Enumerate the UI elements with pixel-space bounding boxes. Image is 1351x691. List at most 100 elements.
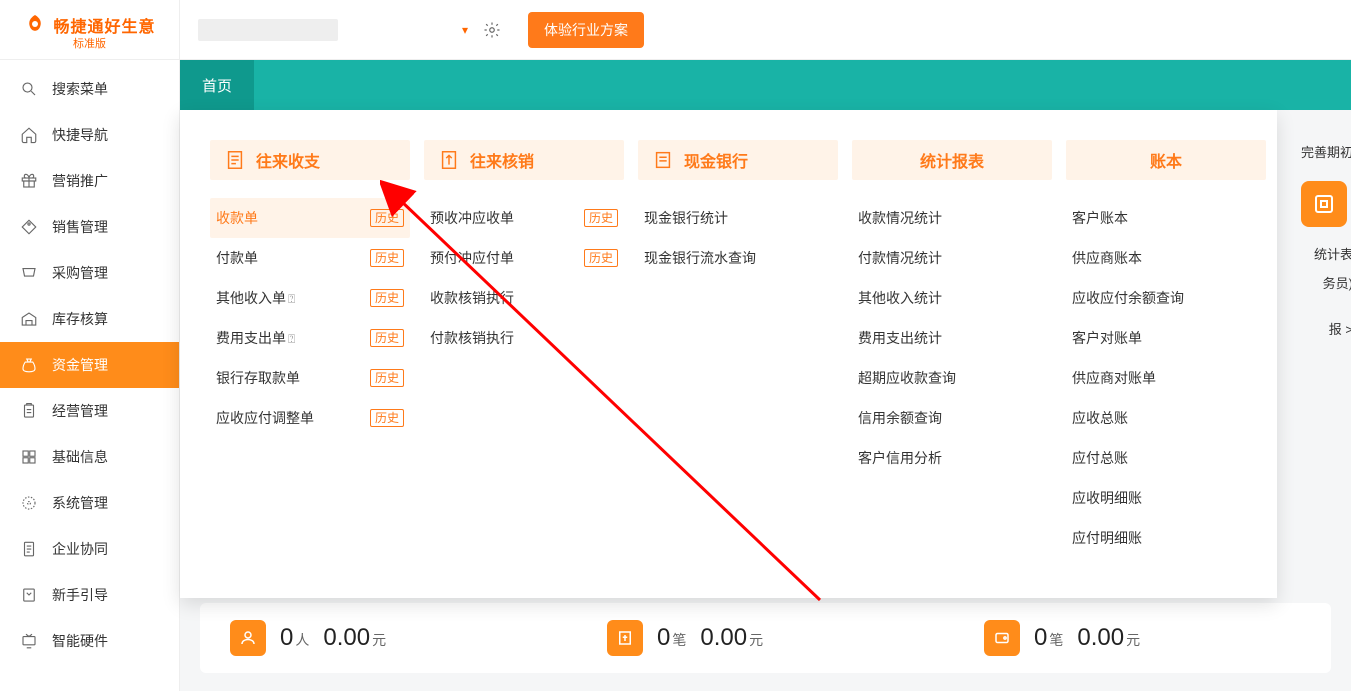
sidebar-item-label: 基础信息 <box>52 447 108 467</box>
menu-item-ap-detail[interactable]: 应付明细账 <box>1066 518 1266 558</box>
sidebar-item-purchase[interactable]: 采购管理 <box>0 250 179 296</box>
menu-item-label: 超期应收款查询 <box>858 368 956 388</box>
mega-col-header: 统计报表 <box>852 140 1052 180</box>
menu-item-label: 银行存取款单 <box>216 368 300 388</box>
sidebar-item-label: 企业协同 <box>52 539 108 559</box>
menu-item-label: 其他收入单 <box>216 290 286 306</box>
people-icon <box>230 620 266 656</box>
menu-item-bank-deposit[interactable]: 银行存取款单 历史 <box>210 358 410 398</box>
menu-item-other-income-stats[interactable]: 其他收入统计 <box>852 278 1052 318</box>
menu-item-receipt-writeoff-exec[interactable]: 收款核销执行 <box>424 278 624 318</box>
right-rail-text-1[interactable]: 完善期初 <box>1299 136 1351 167</box>
menu-item-label: 收款核销执行 <box>430 288 514 308</box>
menu-item-ar-ap-adjust[interactable]: 应收应付调整单 历史 <box>210 398 410 438</box>
brand-logo-icon <box>23 13 47 37</box>
menu-item-receipt-stats[interactable]: 收款情况统计 <box>852 198 1052 238</box>
menu-item-payment-writeoff-exec[interactable]: 付款核销执行 <box>424 318 624 358</box>
menu-item-label: 费用支出单 <box>216 330 286 346</box>
menu-item-credit-balance[interactable]: 信用余额查询 <box>852 398 1052 438</box>
menu-item-customer-credit[interactable]: 客户信用分析 <box>852 438 1052 478</box>
menu-item-label: 预收冲应收单 <box>430 208 514 228</box>
history-badge[interactable]: 历史 <box>370 289 404 307</box>
menu-item-expense[interactable]: 费用支出单⍰ 历史 <box>210 318 410 358</box>
menu-item-overdue-ar[interactable]: 超期应收款查询 <box>852 358 1052 398</box>
history-badge[interactable]: 历史 <box>370 249 404 267</box>
stat-amount-unit: 元 <box>372 632 386 648</box>
menu-item-other-income[interactable]: 其他收入单⍰ 历史 <box>210 278 410 318</box>
menu-item-label: 供应商账本 <box>1072 248 1142 268</box>
sidebar-item-marketing[interactable]: 营销推广 <box>0 158 179 204</box>
help-icon[interactable]: ⍰ <box>288 292 295 306</box>
menu-item-cashbank-flow[interactable]: 现金银行流水查询 <box>638 238 838 278</box>
history-badge[interactable]: 历史 <box>370 209 404 227</box>
menu-item-label: 费用支出统计 <box>858 328 942 348</box>
org-selector[interactable]: ▾ <box>198 19 468 41</box>
stat-card-1: 0人 0.00元 <box>230 620 547 656</box>
sidebar-item-label: 营销推广 <box>52 171 108 191</box>
menu-item-supplier-statement[interactable]: 供应商对账单 <box>1066 358 1266 398</box>
sidebar-item-inventory[interactable]: 库存核算 <box>0 296 179 342</box>
tab-home[interactable]: 首页 <box>180 60 254 110</box>
mega-col-title: 账本 <box>1150 148 1182 172</box>
org-name-redacted <box>198 19 338 41</box>
menu-item-supplier-ledger[interactable]: 供应商账本 <box>1066 238 1266 278</box>
menu-item-prereceipt-offset[interactable]: 预收冲应收单 历史 <box>424 198 624 238</box>
right-rail-shortcut-icon[interactable] <box>1301 181 1347 227</box>
sidebar-item-label: 经营管理 <box>52 401 108 421</box>
history-badge[interactable]: 历史 <box>370 409 404 427</box>
help-icon[interactable]: ⍰ <box>288 332 295 346</box>
stat-count: 0 <box>657 624 670 651</box>
history-badge[interactable]: 历史 <box>370 369 404 387</box>
document-icon <box>20 540 38 558</box>
sidebar-item-finance[interactable]: 资金管理 <box>0 342 179 388</box>
menu-item-ar-detail[interactable]: 应收明细账 <box>1066 478 1266 518</box>
menu-item-label: 应收总账 <box>1072 408 1128 428</box>
menu-item-ap-general[interactable]: 应付总账 <box>1066 438 1266 478</box>
mega-col-title: 往来核销 <box>470 148 534 172</box>
menu-item-customer-ledger[interactable]: 客户账本 <box>1066 198 1266 238</box>
stat-card-3: 0笔 0.00元 <box>984 620 1301 656</box>
right-rail-text-3[interactable]: 报 > <box>1327 313 1351 344</box>
bill-icon <box>607 620 643 656</box>
sidebar-item-basicinfo[interactable]: 基础信息 <box>0 434 179 480</box>
menu-item-payment[interactable]: 付款单 历史 <box>210 238 410 278</box>
mega-col-transactions: 往来收支 收款单 历史 付款单 历史 <box>210 140 410 558</box>
sidebar-item-sales[interactable]: 销售管理 <box>0 204 179 250</box>
sidebar-item-hardware[interactable]: 智能硬件 <box>0 618 179 664</box>
menu-item-ar-ap-balance[interactable]: 应收应付余额查询 <box>1066 278 1266 318</box>
sidebar-item-quicknav[interactable]: 快捷导航 <box>0 112 179 158</box>
history-badge[interactable]: 历史 <box>370 329 404 347</box>
mega-col-writeoff: 往来核销 预收冲应收单 历史 预付冲应付单 历史 <box>424 140 624 558</box>
menu-item-cashbank-stats[interactable]: 现金银行统计 <box>638 198 838 238</box>
mega-col-reports: 统计报表 收款情况统计 付款情况统计 其他收入统计 费用支出统计 超期应收款查询… <box>852 140 1052 558</box>
invoice-icon <box>438 149 460 171</box>
settings-gear-button[interactable] <box>478 16 506 44</box>
search-icon <box>20 80 38 98</box>
menu-item-label: 付款情况统计 <box>858 248 942 268</box>
guide-icon <box>20 586 38 604</box>
menu-item-expense-stats[interactable]: 费用支出统计 <box>852 318 1052 358</box>
menu-item-ar-general[interactable]: 应收总账 <box>1066 398 1266 438</box>
menu-item-receipt[interactable]: 收款单 历史 <box>210 198 410 238</box>
sidebar-item-search[interactable]: 搜索菜单 <box>0 66 179 112</box>
stats-row: 0人 0.00元 0笔 0.00元 0笔 0.00元 <box>200 603 1331 673</box>
sidebar-item-system[interactable]: 系统管理 <box>0 480 179 526</box>
right-rail: 完善期初 统计表 务员) 报 > <box>1287 136 1351 344</box>
cta-button[interactable]: 体验行业方案 <box>528 12 644 48</box>
sidebar-item-collab[interactable]: 企业协同 <box>0 526 179 572</box>
stat-count: 0 <box>1034 624 1047 651</box>
right-rail-text-2[interactable]: 统计表 务员) <box>1312 241 1351 299</box>
menu-item-payment-stats[interactable]: 付款情况统计 <box>852 238 1052 278</box>
mega-col-ledgers: 账本 客户账本 供应商账本 应收应付余额查询 客户对账单 供应商对账单 应收总账… <box>1066 140 1266 558</box>
stat-count: 0 <box>280 624 293 651</box>
sidebar-item-operation[interactable]: 经营管理 <box>0 388 179 434</box>
stat-amount: 0.00 <box>1077 624 1124 651</box>
menu-item-customer-statement[interactable]: 客户对账单 <box>1066 318 1266 358</box>
sidebar-item-label: 库存核算 <box>52 309 108 329</box>
history-badge[interactable]: 历史 <box>584 249 618 267</box>
history-badge[interactable]: 历史 <box>584 209 618 227</box>
menu-item-label: 付款核销执行 <box>430 328 514 348</box>
sidebar-item-guide[interactable]: 新手引导 <box>0 572 179 618</box>
menu-item-label: 信用余额查询 <box>858 408 942 428</box>
menu-item-prepay-offset[interactable]: 预付冲应付单 历史 <box>424 238 624 278</box>
